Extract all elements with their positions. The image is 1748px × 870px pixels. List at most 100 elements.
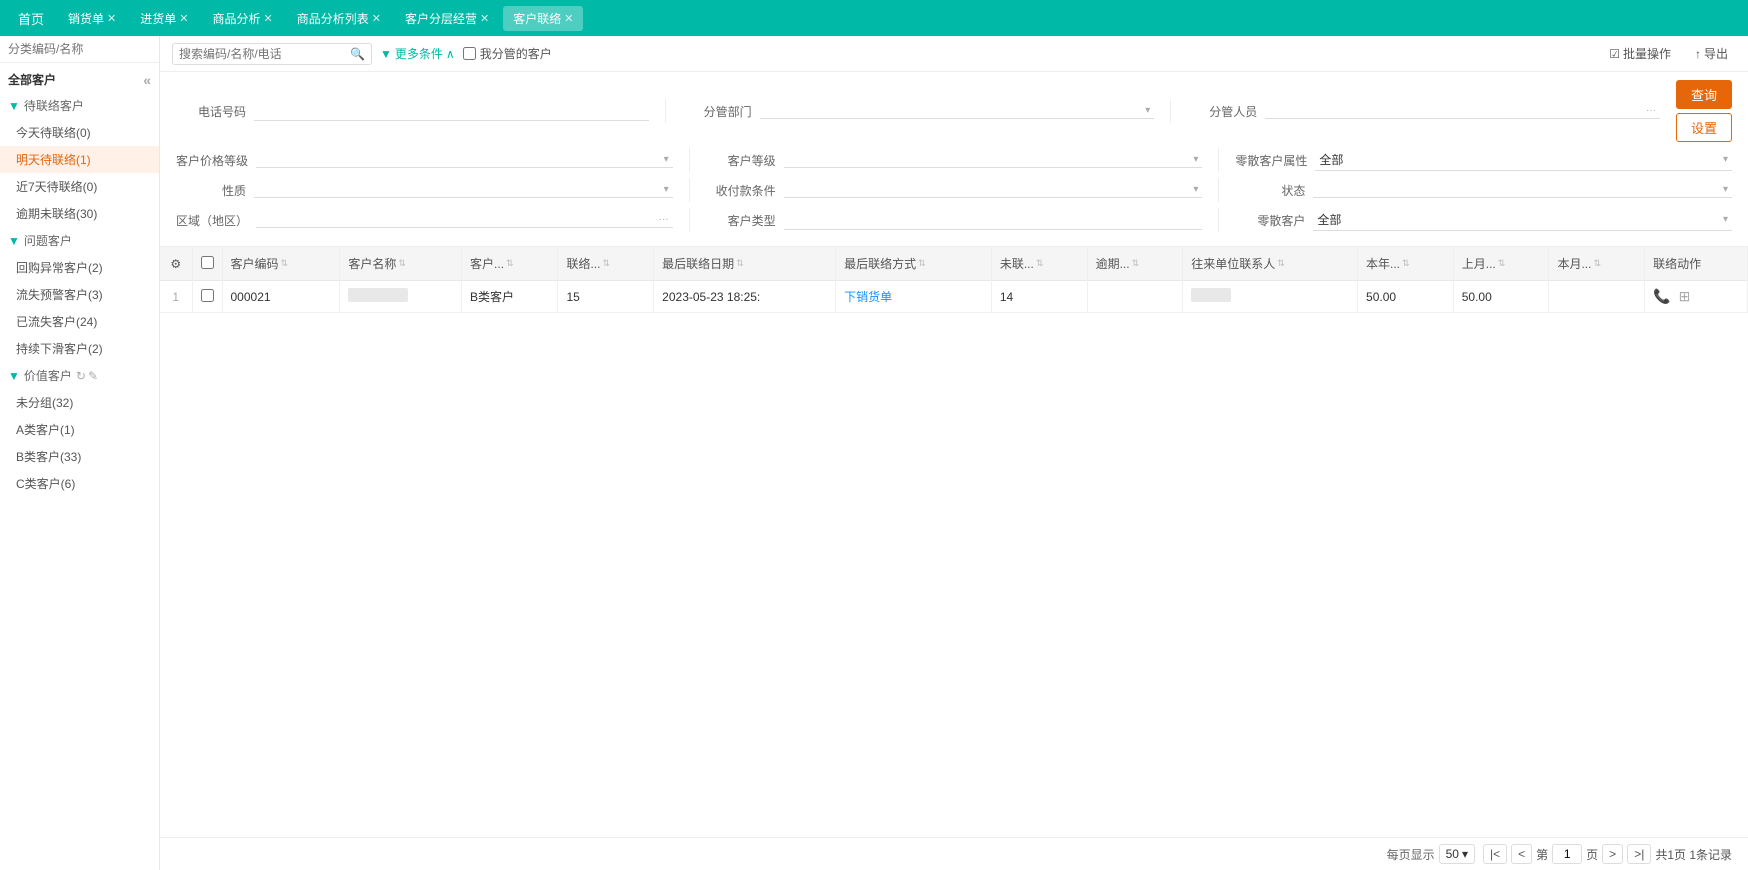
filter-retail-attr-field: 零散客户属性 全部 ▾ (1235, 149, 1732, 171)
nav-product-analysis-close[interactable]: ✕ (264, 12, 273, 25)
sidebar-value-edit-icon[interactable]: ✎ (88, 369, 98, 383)
select-all-checkbox[interactable] (201, 256, 214, 269)
sidebar-value-customers-group[interactable]: ▼ 价值客户 ↻ ✎ (0, 362, 159, 389)
sidebar-tomorrow-contact[interactable]: 明天待联络(1) (0, 146, 159, 173)
per-page-select[interactable]: 50 ▾ (1439, 844, 1475, 864)
table-col-this-year-sort-icon: ⇅ (1402, 258, 1410, 269)
filter-nature-select[interactable]: ▾ (254, 182, 673, 198)
filter-icon: ▼ (380, 47, 392, 61)
filter-nature-field: 性质 ▾ (176, 182, 673, 199)
table-col-last-month-sort[interactable]: 上月... ⇅ (1462, 255, 1506, 272)
filter-dept-select[interactable]: ▾ (760, 103, 1155, 119)
table-col-not-contacted-sort[interactable]: 未联... ⇅ (1000, 255, 1044, 272)
row-checkbox[interactable] (201, 289, 214, 302)
row-last-contact-method-link[interactable]: 下销货单 (844, 290, 892, 304)
more-conditions-btn[interactable]: ▼ 更多条件 ∧ (380, 45, 455, 62)
sidebar-problem-customers-group[interactable]: ▼ 问题客户 (0, 227, 159, 254)
filter-status-select[interactable]: ▾ (1313, 182, 1732, 198)
table-col-overdue: 逾期... ⇅ (1087, 247, 1183, 281)
table-col-code-sort-icon: ⇅ (281, 258, 289, 269)
page-first-btn[interactable]: |< (1483, 844, 1507, 864)
sidebar-overdue-contact[interactable]: 逾期未联络(30) (0, 200, 159, 227)
customer-table: ⚙ 客户编码 ⇅ 客户名称 (160, 247, 1748, 313)
page-prev-btn[interactable]: < (1511, 844, 1532, 864)
filter-customer-type-label: 客户类型 (706, 212, 776, 229)
nav-purchase-order-close[interactable]: ✕ (179, 12, 188, 25)
table-col-this-year-sort[interactable]: 本年... ⇅ (1366, 255, 1410, 272)
nav-customer-contact-close[interactable]: ✕ (564, 12, 573, 25)
sidebar-pending-contact-group[interactable]: ▼ 待联络客户 (0, 92, 159, 119)
table-col-name: 客户名称 ⇅ (340, 247, 462, 281)
filter-search-btn[interactable]: 🔍 (350, 47, 365, 61)
sidebar-collapse-icon[interactable]: « (143, 72, 151, 88)
nav-product-analysis-list-close[interactable]: ✕ (372, 12, 381, 25)
table-col-last-method-sort[interactable]: 最后联络方式 ⇅ (844, 255, 926, 272)
nav-sales-order[interactable]: 销货单 ✕ (58, 6, 126, 31)
export-btn[interactable]: ↑ 导出 (1687, 42, 1736, 65)
row-checkbox-cell (192, 281, 222, 313)
filter-payment-select[interactable]: ▾ (784, 182, 1203, 198)
sidebar-week-contact[interactable]: 近7天待联络(0) (0, 173, 159, 200)
filter-manager-more: ··· (1646, 105, 1656, 116)
filter-retail-customer-select[interactable]: 全部 ▾ (1313, 209, 1732, 231)
sidebar-today-contact[interactable]: 今天待联络(0) (0, 119, 159, 146)
sidebar-class-b[interactable]: B类客户(33) (0, 443, 159, 470)
table-col-settings[interactable]: ⚙ (160, 247, 192, 281)
page-num-input[interactable] (1552, 844, 1582, 864)
table-col-overdue-label: 逾期... (1096, 255, 1130, 272)
table-col-last-date-sort[interactable]: 最后联络日期 ⇅ (662, 255, 744, 272)
sidebar-class-c[interactable]: C类客户(6) (0, 470, 159, 497)
filter-price-level-select[interactable]: ▾ (256, 152, 673, 168)
sidebar-continuous-decline[interactable]: 持续下滑客户(2) (0, 335, 159, 362)
table-col-code-sort[interactable]: 客户编码 ⇅ (231, 255, 289, 272)
query-button[interactable]: 查询 (1676, 80, 1732, 109)
filter-retail-attr-value: 全部 (1319, 151, 1343, 168)
sidebar-search-input[interactable] (8, 42, 160, 56)
sidebar-unclassified[interactable]: 未分组(32) (0, 389, 159, 416)
nav-customer-tier-close[interactable]: ✕ (480, 12, 489, 25)
table-col-overdue-sort[interactable]: 逾期... ⇅ (1096, 255, 1140, 272)
batch-ops-btn[interactable]: ☑ 批量操作 (1601, 42, 1679, 65)
batch-ops-icon: ☑ (1609, 47, 1620, 61)
table-col-unit-contact-sort[interactable]: 往来单位联系人 ⇅ (1191, 255, 1285, 272)
filter-region-select[interactable]: ··· (256, 212, 673, 228)
sidebar-lost-risk[interactable]: 流失预警客户(3) (0, 281, 159, 308)
filter-divider-6 (1218, 178, 1219, 202)
nav-purchase-order[interactable]: 进货单 ✕ (130, 6, 198, 31)
export-label: 导出 (1704, 45, 1728, 62)
filter-search-input[interactable] (179, 47, 350, 61)
filter-retail-attr-select[interactable]: 全部 ▾ (1315, 149, 1732, 171)
filter-manager-select[interactable]: ··· (1265, 103, 1660, 119)
page-next-btn[interactable]: > (1602, 844, 1623, 864)
table-col-customer-type-sort[interactable]: 客户... ⇅ (470, 255, 514, 272)
filter-status-label: 状态 (1235, 182, 1305, 199)
nav-product-analysis[interactable]: 商品分析 ✕ (202, 6, 282, 31)
nav-customer-tier[interactable]: 客户分层经营 ✕ (395, 6, 499, 31)
row-action-phone-icon[interactable]: 📞 (1653, 288, 1670, 305)
nav-customer-contact[interactable]: 客户联络 ✕ (503, 6, 583, 31)
table-col-name-sort[interactable]: 客户名称 ⇅ (348, 255, 406, 272)
filter-customer-type-input[interactable] (784, 211, 1203, 230)
filter-retail-customer-value: 全部 (1317, 211, 1341, 228)
page-last-btn[interactable]: >| (1627, 844, 1651, 864)
row-action-grid-icon[interactable]: ⊞ (1679, 288, 1691, 305)
filter-phone-input[interactable] (254, 102, 649, 121)
filter-dept-label: 分管部门 (682, 103, 752, 120)
sidebar-repurchase-abnormal[interactable]: 回购异常客户(2) (0, 254, 159, 281)
sidebar-class-a[interactable]: A类客户(1) (0, 416, 159, 443)
sidebar-value-refresh-icon[interactable]: ↻ (76, 369, 86, 383)
nav-home[interactable]: 首页 (8, 5, 54, 32)
filter-customer-type-field: 客户类型 (706, 211, 1203, 230)
nav-sales-order-close[interactable]: ✕ (107, 12, 116, 25)
set-button[interactable]: 设置 (1676, 113, 1732, 142)
table-col-this-month-sort[interactable]: 本月... ⇅ (1557, 255, 1601, 272)
row-actions-container: 📞 ⊞ (1653, 288, 1739, 305)
filter-customer-level-select[interactable]: ▾ (784, 152, 1203, 168)
table-col-unit-contact-sort-icon: ⇅ (1277, 258, 1285, 269)
sidebar-lost[interactable]: 已流失客户(24) (0, 308, 159, 335)
my-customers-checkbox[interactable] (463, 47, 476, 60)
sidebar-pending-contact-label: 待联络客户 (24, 97, 84, 114)
my-customers-checkbox-container: 我分管的客户 (463, 45, 552, 62)
table-col-contact-sort[interactable]: 联络... ⇅ (566, 255, 610, 272)
nav-product-analysis-list[interactable]: 商品分析列表 ✕ (287, 6, 391, 31)
